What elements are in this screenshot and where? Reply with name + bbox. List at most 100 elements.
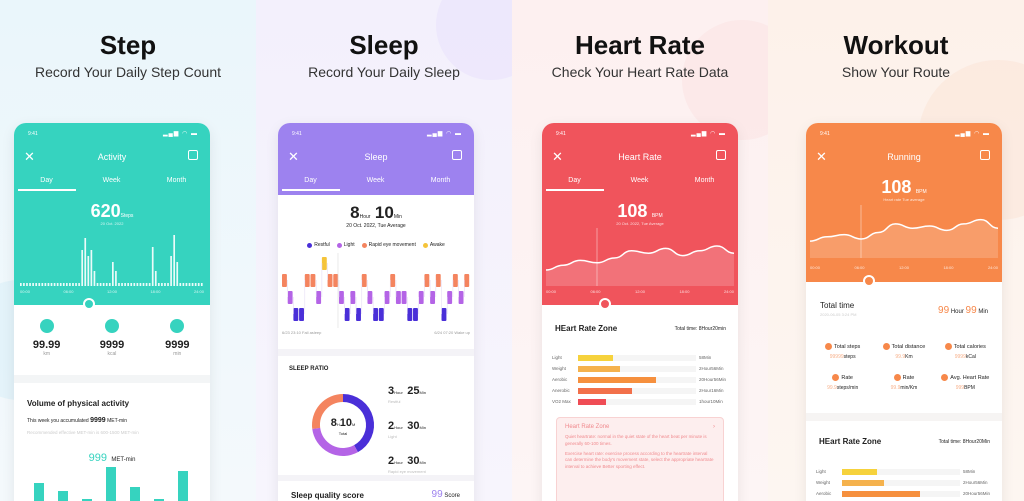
step-bar xyxy=(53,283,56,286)
slider-handle[interactable] xyxy=(863,275,875,287)
breakdown-label: Restful xyxy=(388,399,401,404)
step-bar xyxy=(99,283,102,286)
min-unit: Min xyxy=(419,425,426,430)
legend-dot xyxy=(361,242,367,248)
sleep-segment xyxy=(350,291,356,304)
steps-icon xyxy=(825,343,833,350)
zone-name: Aerobic xyxy=(816,491,832,496)
calendar-icon[interactable] xyxy=(716,150,726,160)
header: 9:41 ▂▄▆ ◠ ▬ ✕ Activity Day Week Month 6… xyxy=(14,123,210,305)
minutes: 25 xyxy=(407,385,420,397)
stat-unit: steps/min xyxy=(836,385,859,391)
score-title: Sleep quality score xyxy=(291,491,364,500)
sleep-segment xyxy=(378,308,384,321)
zone-bar xyxy=(578,387,633,394)
stat-pace: Rate 99.9min/Km xyxy=(873,374,934,391)
step-bar xyxy=(59,283,62,286)
step-bar xyxy=(124,283,126,286)
step-bar xyxy=(158,283,160,286)
section-title: SLEEP RATIO xyxy=(289,366,329,372)
tab-week[interactable]: Week xyxy=(343,177,408,184)
sleep-segment xyxy=(293,308,299,321)
rate-icon xyxy=(832,374,840,381)
distance-icon xyxy=(882,343,890,350)
zone-info-card[interactable]: Heart Rate Zone › Quiet heartrate: normal… xyxy=(556,417,724,501)
step-bar xyxy=(127,283,130,286)
step-bar xyxy=(105,283,108,286)
tab-day[interactable]: Day xyxy=(278,177,343,184)
legend-dot xyxy=(422,242,428,248)
zone-track xyxy=(842,479,960,486)
stat-unit: BPM xyxy=(964,385,975,391)
chevron-right-icon[interactable]: › xyxy=(713,424,715,430)
stat-value-row: 99.9Km xyxy=(873,354,934,360)
breakdown-item: 2Hour 30Min Light xyxy=(388,416,426,439)
stat-label: Total distance xyxy=(891,343,926,350)
step-bar xyxy=(47,283,50,286)
step-bar xyxy=(38,283,41,286)
sleep-segment xyxy=(452,274,458,287)
share-icon[interactable] xyxy=(980,150,990,160)
sleep-segment xyxy=(367,291,373,304)
date: 20 Oct. 2022, Tue Average xyxy=(346,223,406,229)
panel-subtitle: Check Your Heart Rate Data xyxy=(551,64,729,80)
tab-underline xyxy=(18,189,76,191)
breakdown-item: 2Hour 30Min Rapid eye movement xyxy=(388,451,426,474)
step-bar xyxy=(121,283,123,286)
legend-dot xyxy=(336,242,342,248)
zone-name: Weight xyxy=(816,480,830,485)
tab-month[interactable]: Month xyxy=(408,177,473,184)
calorie-icon xyxy=(944,343,952,350)
sleep-start: 6/23 23:10 Fall asleep xyxy=(282,330,322,335)
step-panel: Step Record Your Daily Step Count 9:41 ▂… xyxy=(0,0,256,501)
tab-week[interactable]: Week xyxy=(607,177,672,184)
week-bar xyxy=(34,483,44,501)
zone-track xyxy=(842,490,960,497)
step-bar xyxy=(112,262,114,286)
week-bar xyxy=(106,467,116,501)
sleep-segment xyxy=(464,274,470,287)
tab-week[interactable]: Week xyxy=(79,177,144,184)
step-bar xyxy=(93,271,96,286)
stat-unit: steps xyxy=(843,354,856,360)
slider-handle[interactable] xyxy=(83,298,95,310)
zone-name: Weight xyxy=(552,366,566,371)
step-bar xyxy=(173,235,176,286)
step-bar xyxy=(78,283,80,286)
calendar-icon[interactable] xyxy=(452,150,462,160)
phone-screen: 9:41 ▂▄▆ ◠ ▬ ✕ Activity Day Week Month 6… xyxy=(14,123,210,501)
stat-distance: 99.99 km xyxy=(14,319,79,357)
step-bar xyxy=(90,250,93,286)
sleep-breakdown: 3Hour 25Min Restful 2Hour 30Min Light 2Hour … xyxy=(388,381,426,486)
week-bar xyxy=(130,487,140,501)
step-bar xyxy=(133,283,136,286)
step-bar xyxy=(29,283,31,286)
breakdown-duration: 2Hour 30Min xyxy=(388,451,426,469)
calendar-icon[interactable] xyxy=(188,150,198,160)
step-bar xyxy=(108,283,111,286)
stat-distance: Total distance 99.9Km xyxy=(873,343,934,360)
zone-name: Aerobic xyxy=(552,377,568,382)
zone-row: Aerobic 20Hour56Min xyxy=(552,374,730,385)
tab-month[interactable]: Month xyxy=(672,177,737,184)
zone-row: Light 58Min xyxy=(552,352,730,363)
tab-day[interactable]: Day xyxy=(14,177,79,184)
min-unit: Min xyxy=(419,460,426,465)
tab-day[interactable]: Day xyxy=(542,177,607,184)
step-bar xyxy=(87,256,90,286)
zone-bar xyxy=(578,376,656,383)
recommendation: Recommended effective MET-min is 600-150… xyxy=(27,430,139,435)
divider xyxy=(806,413,1002,421)
x-axis: 00:00 06:00 12:00 18:00 24:00 xyxy=(810,265,998,270)
zone-bars: Light 58Min Weight 2Hour56Min Aerobic 20Hour5… xyxy=(816,466,994,499)
divider xyxy=(278,349,474,356)
zone-row: Weight 2Hour56Min xyxy=(552,363,730,374)
phone-screen: 9:41 ▂▄▆ ◠ ▬ ✕ Running 108 BPM Heart rat… xyxy=(806,123,1002,501)
tab-month[interactable]: Month xyxy=(144,177,209,184)
legend-item: Awake xyxy=(422,242,445,248)
sleep-segment xyxy=(407,308,413,321)
zone-time: 2Hour16Min xyxy=(699,388,724,393)
zone-name: Light xyxy=(816,469,826,474)
step-bar xyxy=(75,283,77,286)
slider-handle[interactable] xyxy=(599,298,611,310)
